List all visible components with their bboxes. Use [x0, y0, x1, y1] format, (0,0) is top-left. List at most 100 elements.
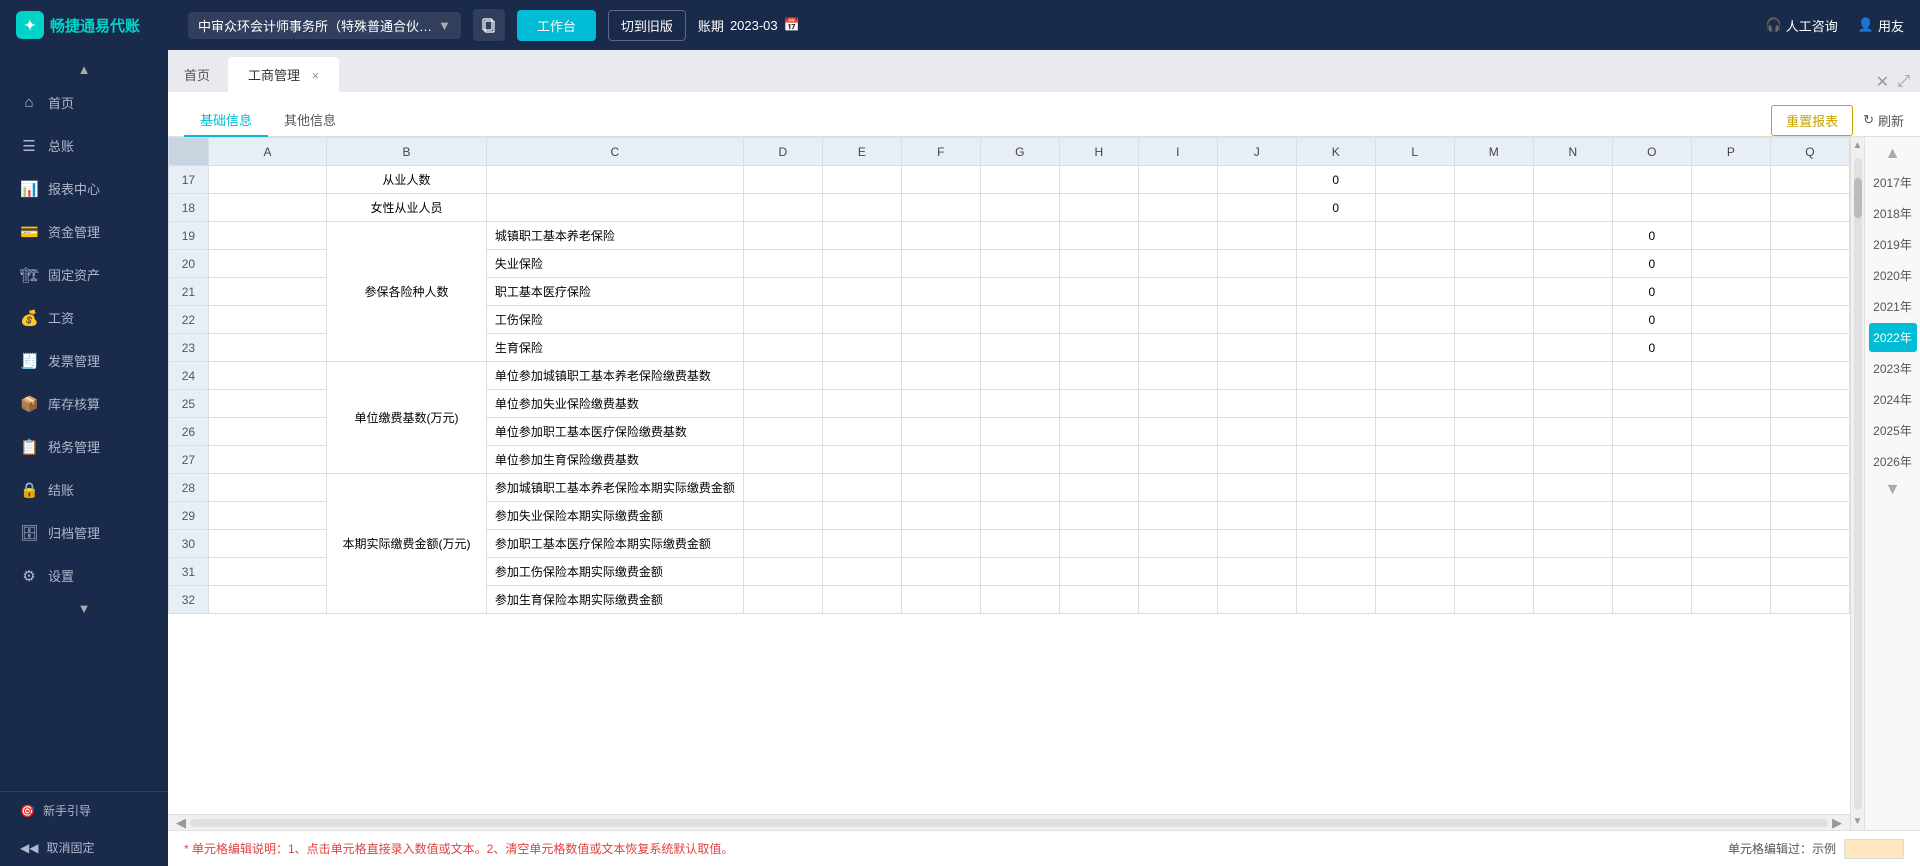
cell-F[interactable] — [901, 166, 980, 194]
cell-M[interactable] — [1454, 250, 1533, 278]
cell-O[interactable] — [1612, 502, 1691, 530]
cell-H[interactable] — [1059, 558, 1138, 586]
cell-E[interactable] — [822, 194, 901, 222]
cell-D[interactable] — [743, 222, 822, 250]
cell-M[interactable] — [1454, 390, 1533, 418]
cell-D[interactable] — [743, 362, 822, 390]
cell-Q[interactable] — [1770, 474, 1849, 502]
cell-O[interactable] — [1612, 390, 1691, 418]
cell-K[interactable] — [1296, 446, 1375, 474]
cell-N[interactable] — [1533, 390, 1612, 418]
cell-J[interactable] — [1217, 530, 1296, 558]
sidebar-item-home[interactable]: ⌂ 首页 — [0, 81, 168, 124]
cell-M[interactable] — [1454, 530, 1533, 558]
horizontal-scrollbar[interactable]: ◀ ▶ — [168, 814, 1850, 830]
cell-B[interactable]: 参保各险种人数 — [327, 222, 487, 362]
cell-M[interactable] — [1454, 362, 1533, 390]
year-2019[interactable]: 2019年 — [1869, 230, 1917, 259]
cell-Q[interactable] — [1770, 250, 1849, 278]
scroll-down-arrow[interactable]: ▼ — [1853, 813, 1863, 830]
cell-L[interactable] — [1375, 446, 1454, 474]
cell-P[interactable] — [1691, 530, 1770, 558]
sidebar-item-finance[interactable]: 💳 资金管理 — [0, 210, 168, 253]
cell-G[interactable] — [980, 586, 1059, 614]
cell-L[interactable] — [1375, 390, 1454, 418]
cell-A[interactable] — [208, 362, 326, 390]
cell-P[interactable] — [1691, 166, 1770, 194]
col-header-B[interactable]: B — [327, 138, 487, 166]
scroll-left-arrow[interactable]: ◀ — [172, 815, 190, 831]
copy-button[interactable] — [473, 9, 505, 41]
cell-G[interactable] — [980, 558, 1059, 586]
sidebar-item-settings[interactable]: ⚙ 设置 — [0, 554, 168, 597]
cell-O[interactable] — [1612, 194, 1691, 222]
cell-H[interactable] — [1059, 250, 1138, 278]
cell-F[interactable] — [901, 586, 980, 614]
sub-tab-other[interactable]: 其他信息 — [268, 104, 352, 137]
cell-D[interactable] — [743, 278, 822, 306]
cell-Q[interactable] — [1770, 306, 1849, 334]
cell-A[interactable] — [208, 194, 326, 222]
cell-I[interactable] — [1138, 474, 1217, 502]
cell-I[interactable] — [1138, 362, 1217, 390]
year-2017[interactable]: 2017年 — [1869, 168, 1917, 197]
cell-Q[interactable] — [1770, 446, 1849, 474]
cell-G[interactable] — [980, 306, 1059, 334]
switch-version-button[interactable]: 切到旧版 — [608, 10, 686, 41]
cell-D[interactable] — [743, 502, 822, 530]
cell-C[interactable]: 参加工伤保险本期实际缴费金额 — [486, 558, 743, 586]
col-header-F[interactable]: F — [901, 138, 980, 166]
cell-N[interactable] — [1533, 446, 1612, 474]
col-header-E[interactable]: E — [822, 138, 901, 166]
cell-K[interactable] — [1296, 334, 1375, 362]
cell-E[interactable] — [822, 390, 901, 418]
cell-K[interactable] — [1296, 278, 1375, 306]
col-header-K[interactable]: K — [1296, 138, 1375, 166]
cell-B[interactable]: 从业人数 — [327, 166, 487, 194]
tab-home[interactable]: 首页 — [168, 57, 226, 92]
cell-J[interactable] — [1217, 166, 1296, 194]
cell-K[interactable] — [1296, 558, 1375, 586]
cell-H[interactable] — [1059, 362, 1138, 390]
cell-I[interactable] — [1138, 194, 1217, 222]
cell-I[interactable] — [1138, 390, 1217, 418]
cell-G[interactable] — [980, 278, 1059, 306]
cell-F[interactable] — [901, 278, 980, 306]
sidebar-item-archive[interactable]: 🗄 归档管理 — [0, 511, 168, 554]
cell-H[interactable] — [1059, 502, 1138, 530]
cell-L[interactable] — [1375, 362, 1454, 390]
company-selector[interactable]: 中审众环会计师事务所（特殊普通合伙… ▼ — [188, 12, 461, 39]
cell-A[interactable] — [208, 586, 326, 614]
cell-E[interactable] — [822, 166, 901, 194]
cell-O[interactable]: 0 — [1612, 250, 1691, 278]
cell-C[interactable]: 单位参加失业保险缴费基数 — [486, 390, 743, 418]
cell-K[interactable] — [1296, 502, 1375, 530]
cell-E[interactable] — [822, 334, 901, 362]
cell-M[interactable] — [1454, 474, 1533, 502]
cell-A[interactable] — [208, 250, 326, 278]
cell-K[interactable] — [1296, 418, 1375, 446]
cell-N[interactable] — [1533, 166, 1612, 194]
cell-J[interactable] — [1217, 390, 1296, 418]
cell-G[interactable] — [980, 166, 1059, 194]
col-header-Q[interactable]: Q — [1770, 138, 1849, 166]
tab-close-button[interactable]: × — [312, 68, 320, 83]
scroll-up-arrow[interactable]: ▲ — [1853, 137, 1863, 154]
cell-F[interactable] — [901, 250, 980, 278]
cell-D[interactable] — [743, 418, 822, 446]
cell-O[interactable]: 0 — [1612, 222, 1691, 250]
cell-O[interactable] — [1612, 166, 1691, 194]
cell-P[interactable] — [1691, 194, 1770, 222]
cell-Q[interactable] — [1770, 334, 1849, 362]
sidebar-item-report[interactable]: 📊 报表中心 — [0, 167, 168, 210]
cell-F[interactable] — [901, 306, 980, 334]
cell-B[interactable]: 女性从业人员 — [327, 194, 487, 222]
cell-J[interactable] — [1217, 334, 1296, 362]
cell-N[interactable] — [1533, 306, 1612, 334]
cell-K[interactable]: 0 — [1296, 194, 1375, 222]
cell-N[interactable] — [1533, 502, 1612, 530]
cell-N[interactable] — [1533, 530, 1612, 558]
col-header-J[interactable]: J — [1217, 138, 1296, 166]
cell-G[interactable] — [980, 446, 1059, 474]
cell-K[interactable] — [1296, 586, 1375, 614]
